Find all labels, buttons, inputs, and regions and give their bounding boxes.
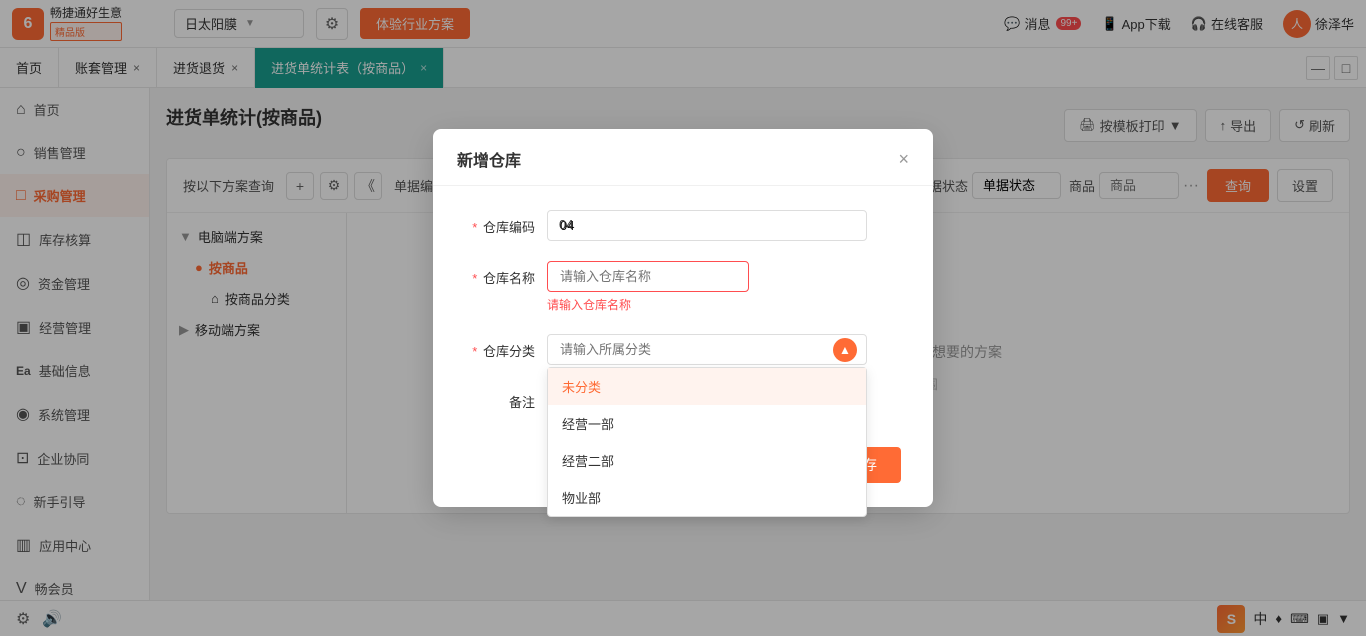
modal-header: 新增仓库 × [433,129,933,186]
dropdown-item-ops1[interactable]: 经营一部 [548,405,866,442]
remark-label: 备注 [465,385,535,411]
required-star3: * [472,344,477,359]
dropdown-item-unclassified[interactable]: 未分类 [548,368,866,405]
required-star2: * [472,271,477,286]
name-input[interactable] [547,261,749,292]
category-input-wrapper: ▲ 未分类 经营一部 经营二部 物业部 [547,334,867,365]
category-label: * 仓库分类 [465,334,535,360]
form-row-name: * 仓库名称 请输入仓库名称 [465,261,901,314]
modal-overlay[interactable]: 新增仓库 × * 仓库编码 04 * 仓库名称 [0,0,1366,636]
code-label: * 仓库编码 [465,210,535,236]
modal-close-button[interactable]: × [898,149,909,170]
modal-body: * 仓库编码 04 * 仓库名称 请输入仓库名称 [433,186,933,447]
category-input[interactable] [547,334,867,365]
dropdown-item-ops2[interactable]: 经营二部 [548,442,866,479]
category-dropdown: 未分类 经营一部 经营二部 物业部 [547,367,867,517]
modal-title: 新增仓库 [457,147,521,171]
name-error-msg: 请输入仓库名称 [547,298,631,312]
required-star: * [472,220,477,235]
category-toggle-button[interactable]: ▲ [833,338,857,362]
form-row-category: * 仓库分类 ▲ 未分类 经营一部 经营二部 物业部 [465,334,901,365]
dropdown-item-property[interactable]: 物业部 [548,479,866,516]
new-warehouse-modal: 新增仓库 × * 仓库编码 04 * 仓库名称 [433,129,933,507]
name-field-wrapper [547,261,749,292]
name-label: * 仓库名称 [465,261,535,287]
code-input[interactable] [547,210,867,241]
form-row-code: * 仓库编码 04 [465,210,901,241]
